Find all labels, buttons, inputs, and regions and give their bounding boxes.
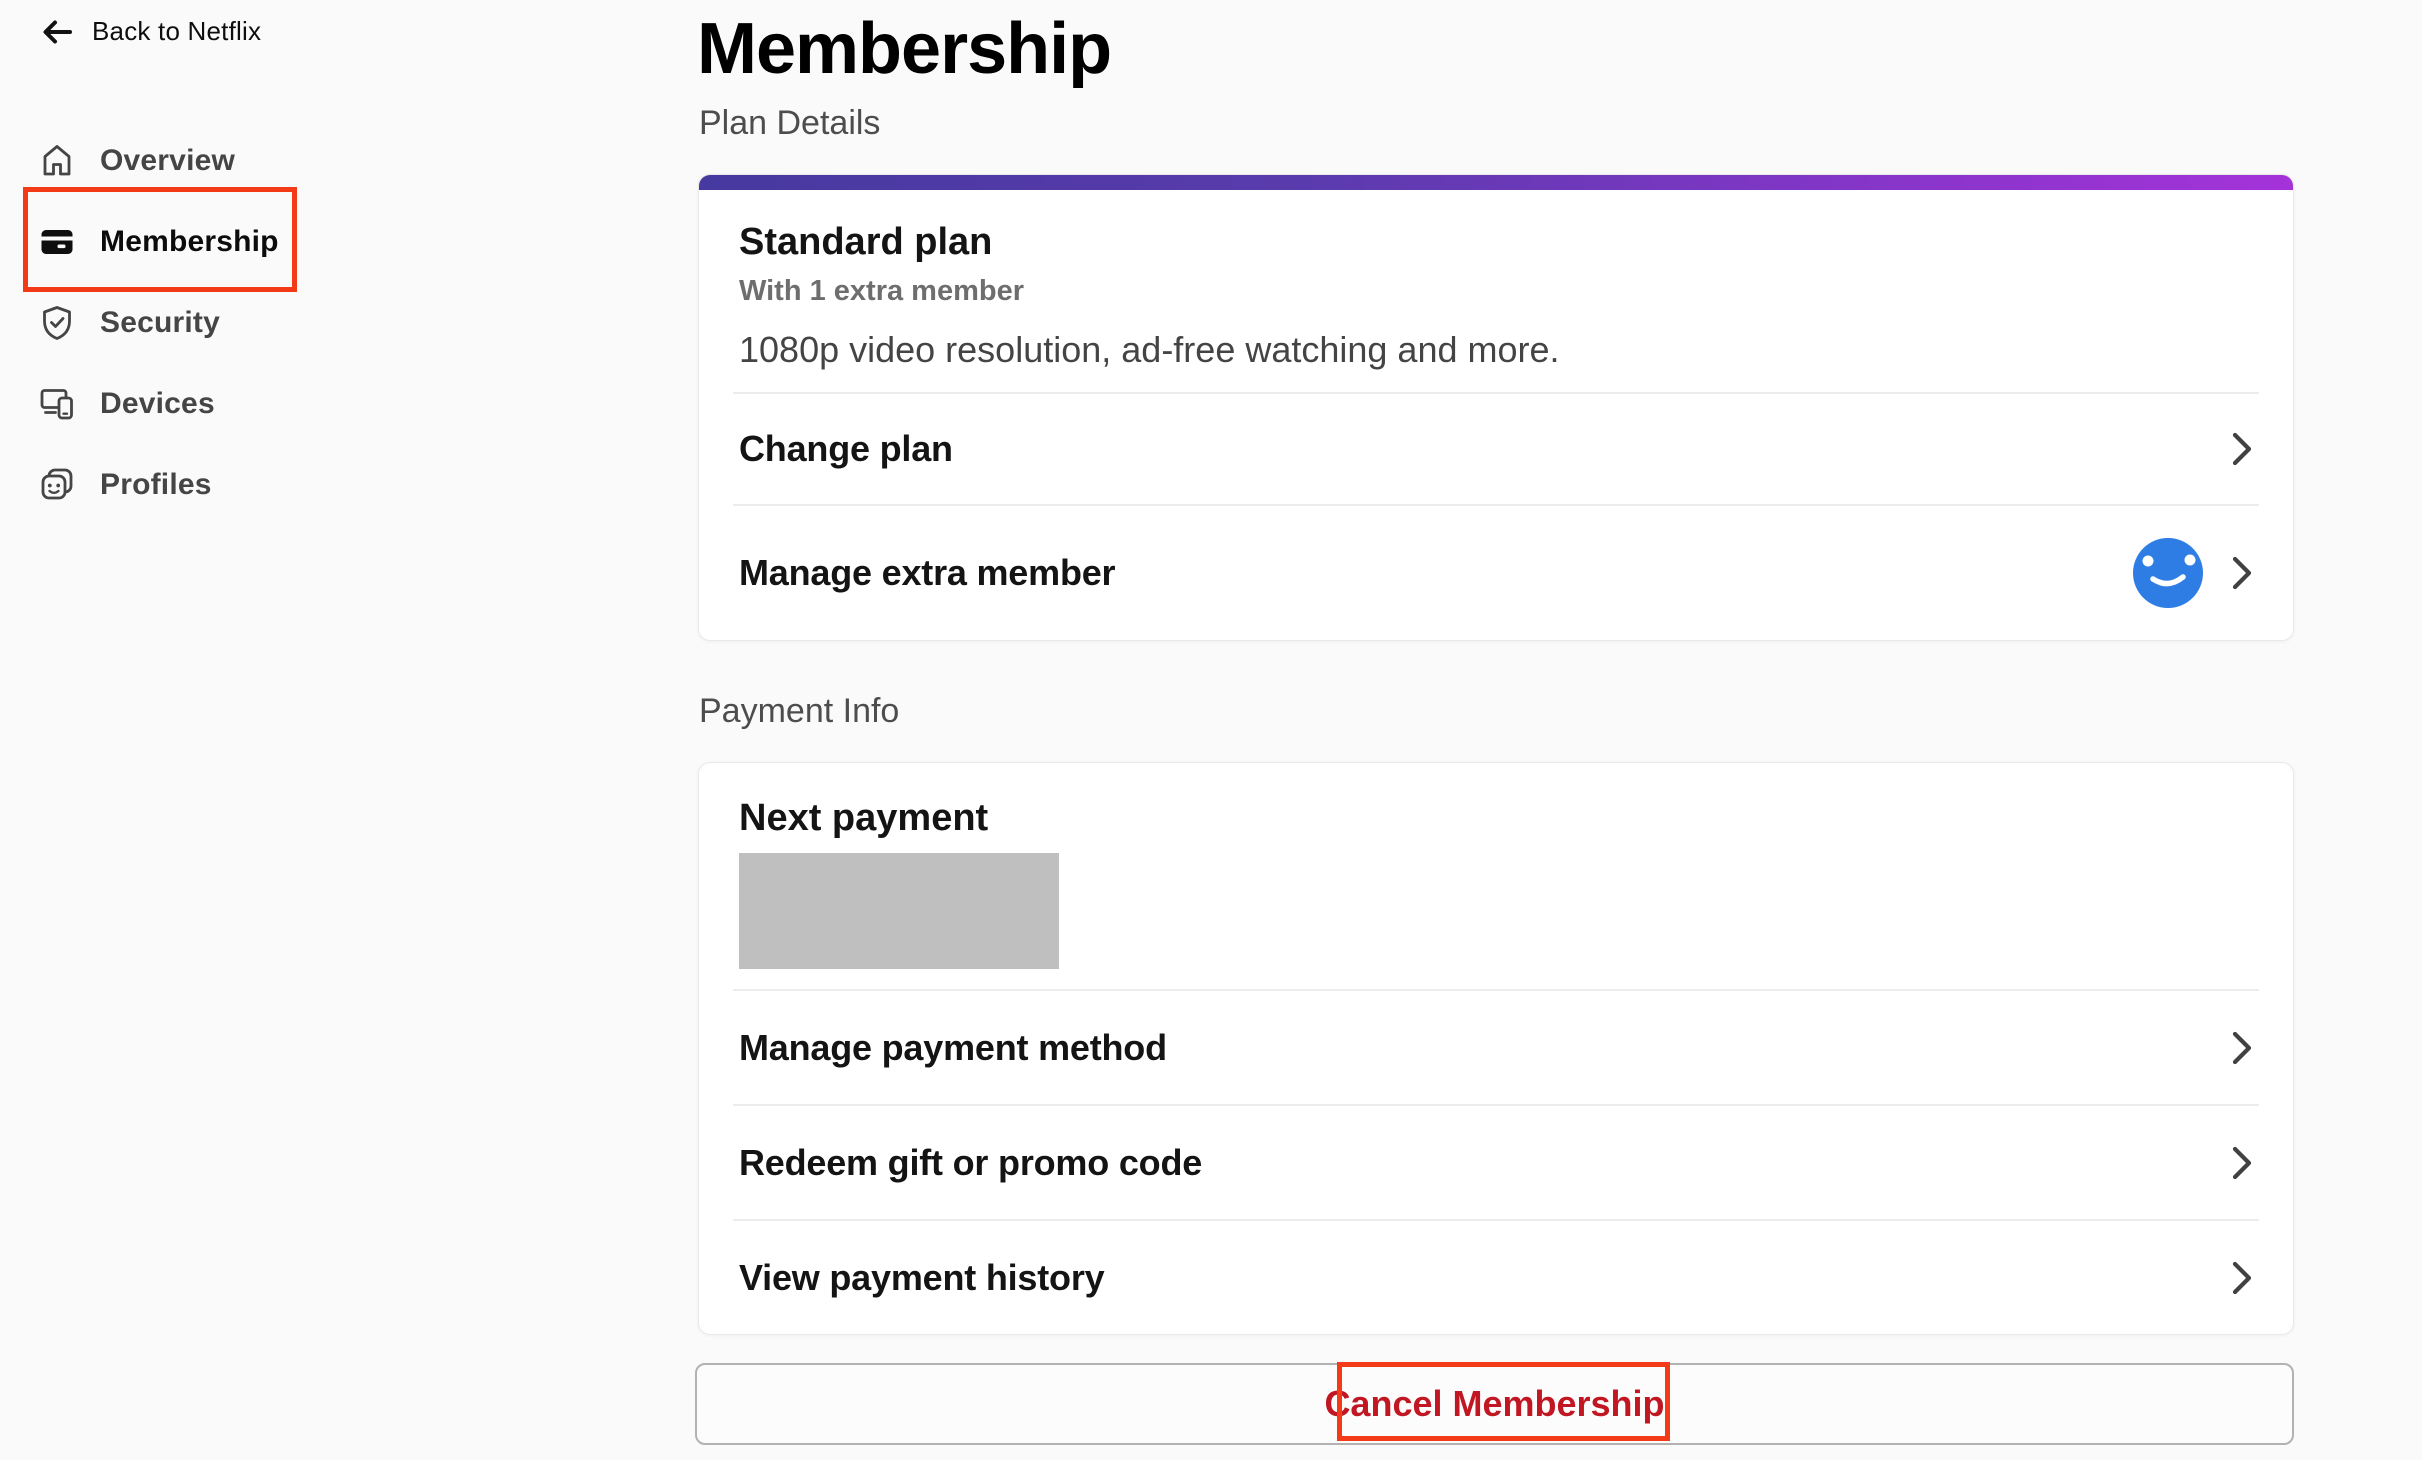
chevron-right-icon [2229, 1142, 2255, 1184]
sidebar-item-profiles[interactable]: Profiles [0, 444, 620, 525]
shield-icon [37, 303, 77, 343]
devices-icon [37, 384, 77, 424]
plan-details-section-label: Plan Details [699, 104, 880, 143]
sidebar-item-label: Overview [100, 144, 235, 178]
change-plan-label: Change plan [739, 428, 953, 470]
cancel-membership-label: Cancel Membership [1324, 1383, 1664, 1425]
sidebar-item-overview[interactable]: Overview [0, 120, 620, 201]
sidebar-item-label: Membership [100, 225, 279, 259]
redacted-payment-details [739, 853, 1059, 969]
manage-extra-member-row[interactable]: Manage extra member [699, 506, 2293, 640]
sidebar-item-label: Security [100, 306, 220, 340]
profiles-icon [37, 465, 77, 505]
redeem-gift-label: Redeem gift or promo code [739, 1142, 1202, 1184]
payment-info-card: Next payment Manage payment method Redee… [698, 762, 2294, 1335]
arrow-left-icon [40, 18, 74, 46]
back-link-label: Back to Netflix [92, 16, 261, 47]
extra-member-avatar [2133, 538, 2203, 608]
view-payment-history-row[interactable]: View payment history [699, 1221, 2293, 1334]
chevron-right-icon [2229, 1027, 2255, 1069]
plan-extra-member: With 1 extra member [739, 274, 2253, 308]
manage-payment-method-row[interactable]: Manage payment method [699, 991, 2293, 1104]
manage-extra-member-label: Manage extra member [739, 552, 1115, 594]
page-title: Membership [697, 8, 1111, 90]
home-icon [37, 141, 77, 181]
sidebar-item-label: Devices [100, 387, 215, 421]
chevron-right-icon [2229, 1257, 2255, 1299]
card-icon [37, 222, 77, 262]
sidebar-item-devices[interactable]: Devices [0, 363, 620, 444]
sidebar-item-membership[interactable]: Membership [0, 201, 620, 282]
sidebar-item-security[interactable]: Security [0, 282, 620, 363]
change-plan-row[interactable]: Change plan [699, 394, 2293, 504]
chevron-right-icon [2229, 428, 2255, 470]
next-payment-block: Next payment [699, 763, 2293, 989]
plan-summary: Standard plan With 1 extra member 1080p … [699, 190, 2293, 392]
plan-gradient-bar [699, 175, 2293, 190]
back-to-netflix-link[interactable]: Back to Netflix [40, 16, 261, 47]
sidebar-item-label: Profiles [100, 468, 212, 502]
manage-payment-method-label: Manage payment method [739, 1027, 1167, 1069]
cancel-membership-button[interactable]: Cancel Membership [695, 1363, 2294, 1445]
redeem-gift-row[interactable]: Redeem gift or promo code [699, 1106, 2293, 1219]
chevron-right-icon [2229, 552, 2255, 594]
plan-name: Standard plan [739, 220, 2253, 264]
view-payment-history-label: View payment history [739, 1257, 1104, 1299]
payment-info-section-label: Payment Info [699, 692, 899, 731]
plan-details-card: Standard plan With 1 extra member 1080p … [698, 174, 2294, 641]
membership-settings-page: Back to Netflix Overview Membership [0, 0, 2422, 1460]
plan-description: 1080p video resolution, ad-free watching… [739, 328, 2253, 372]
sidebar-nav: Overview Membership Security [0, 120, 620, 525]
next-payment-heading: Next payment [739, 795, 2253, 841]
